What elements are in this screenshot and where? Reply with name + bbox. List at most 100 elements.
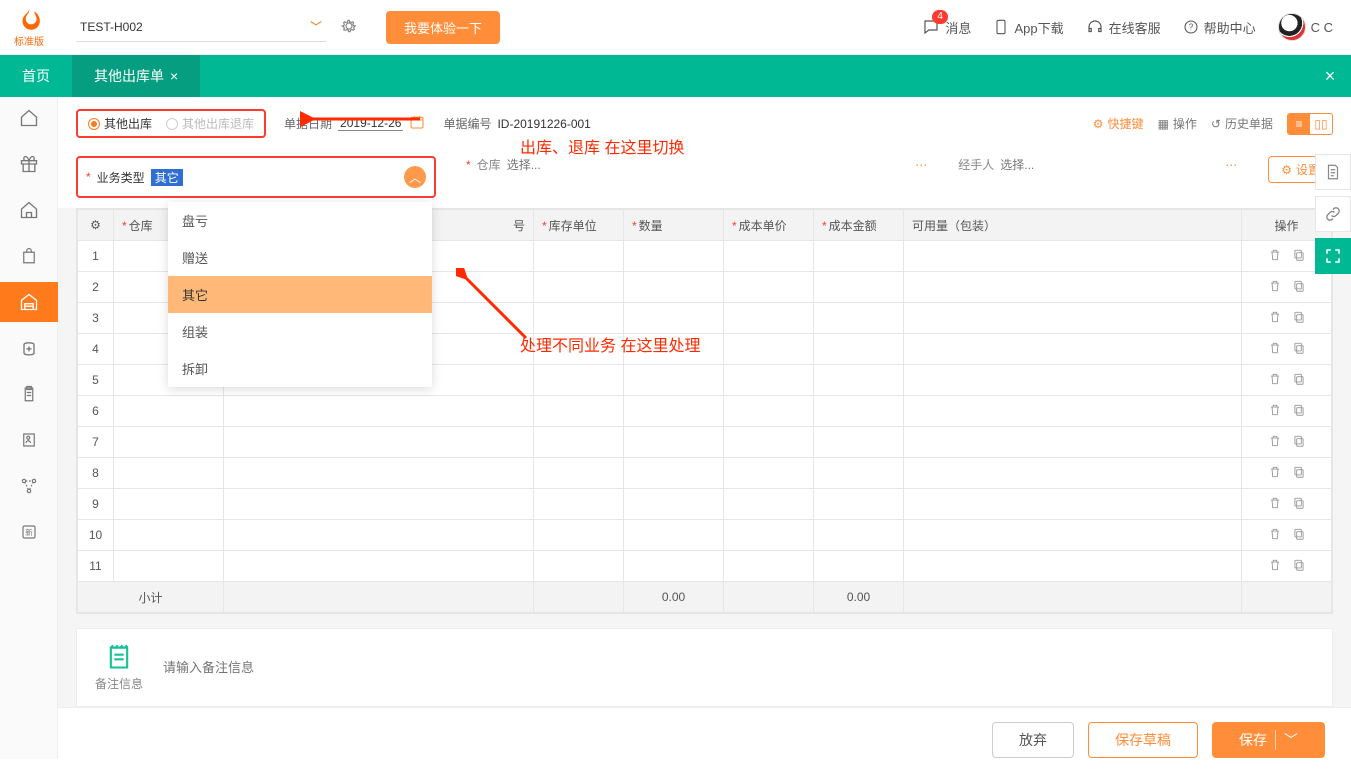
msg-badge: 4 [932, 10, 948, 24]
th-avail: 可用量（包装） [904, 210, 1242, 241]
th-gear[interactable]: ⚙ [78, 210, 114, 241]
nav-gift-icon[interactable] [18, 153, 40, 175]
avatar [1278, 13, 1306, 41]
close-all-tabs[interactable]: × [1309, 55, 1351, 97]
nav-warehouse-icon[interactable] [0, 282, 58, 322]
view-card[interactable]: ▯▯ [1310, 114, 1332, 134]
table-row[interactable]: 8 [78, 458, 1332, 489]
remark-input[interactable] [163, 660, 1314, 675]
view-toggle: ≡ ▯▯ [1287, 113, 1333, 135]
business-type-select[interactable]: * 业务类型 其它 ︿ [86, 166, 426, 188]
delete-icon[interactable] [1268, 434, 1282, 451]
shortcut-button[interactable]: ⚙快捷键 [1093, 115, 1144, 132]
delete-icon[interactable] [1268, 341, 1282, 358]
help-icon: ? [1183, 19, 1199, 35]
ops-button[interactable]: ▦操作 [1158, 115, 1197, 132]
user-menu[interactable]: C C [1278, 13, 1333, 41]
nav-home-icon[interactable] [18, 107, 40, 129]
date-input[interactable]: 2019-12-26 [338, 116, 403, 131]
delete-icon[interactable] [1268, 279, 1282, 296]
chevron-up-icon: ︿ [404, 166, 426, 188]
copy-icon[interactable] [1292, 558, 1306, 575]
radio-outbound-return[interactable]: 其他出库退库 [166, 115, 254, 132]
table-row[interactable]: 10 [78, 520, 1332, 551]
nav-money-icon[interactable] [18, 337, 40, 359]
side-nav: 新 [0, 97, 58, 759]
copy-icon[interactable] [1292, 434, 1306, 451]
remark-section: 备注信息 [76, 628, 1333, 707]
support-button[interactable]: 在线客服 [1086, 18, 1161, 37]
tab-other-outbound[interactable]: 其他出库单 × [72, 55, 200, 97]
org-selected: TEST-H002 [80, 20, 143, 34]
copy-icon[interactable] [1292, 465, 1306, 482]
help-button[interactable]: ? 帮助中心 [1183, 18, 1256, 37]
messages-button[interactable]: 消息 4 [922, 18, 971, 37]
delete-icon[interactable] [1268, 558, 1282, 575]
warehouse-field[interactable]: * 仓库 ⋯ [466, 156, 928, 173]
delete-icon[interactable] [1268, 496, 1282, 513]
grid-icon: ▦ [1158, 117, 1169, 131]
top-right: 消息 4 App下载 在线客服 ? 帮助中心 C C [922, 13, 1333, 41]
nav-new-icon[interactable]: 新 [18, 521, 40, 543]
copy-icon[interactable] [1292, 279, 1306, 296]
dd-item-2[interactable]: 其它 [168, 276, 432, 313]
nav-bag-icon[interactable] [18, 245, 40, 267]
delete-icon[interactable] [1268, 248, 1282, 265]
delete-icon[interactable] [1268, 372, 1282, 389]
delete-icon[interactable] [1268, 465, 1282, 482]
calendar-icon[interactable] [409, 114, 425, 133]
warehouse-input[interactable] [507, 158, 910, 172]
save-draft-button[interactable]: 保存草稿 [1088, 722, 1198, 758]
view-list[interactable]: ≡ [1288, 114, 1310, 134]
rail-doc-icon[interactable] [1315, 154, 1351, 190]
dd-item-3[interactable]: 组装 [168, 313, 432, 350]
nav-contact-icon[interactable] [18, 429, 40, 451]
dd-item-4[interactable]: 拆卸 [168, 350, 432, 387]
delete-icon[interactable] [1268, 403, 1282, 420]
history-button[interactable]: ↺历史单据 [1211, 115, 1273, 132]
org-selector[interactable]: TEST-H002 ﹀ [76, 12, 326, 42]
gear-icon[interactable] [340, 17, 358, 38]
table-row[interactable]: 6 [78, 396, 1332, 427]
nav-inout-icon[interactable] [18, 199, 40, 221]
table-row[interactable]: 9 [78, 489, 1332, 520]
save-button[interactable]: 保存 ﹀ [1212, 722, 1325, 758]
delete-icon[interactable] [1268, 310, 1282, 327]
brand-logo: 标准版 [0, 7, 58, 48]
copy-icon[interactable] [1292, 341, 1306, 358]
rail-link-icon[interactable] [1315, 196, 1351, 232]
more-icon[interactable]: ⋯ [1225, 158, 1238, 172]
app-download[interactable]: App下载 [993, 18, 1063, 37]
handler-input[interactable] [1000, 158, 1219, 172]
copy-icon[interactable] [1292, 403, 1306, 420]
subtotal-row: 小计 0.00 0.00 [78, 582, 1332, 613]
copy-icon[interactable] [1292, 496, 1306, 513]
discard-button[interactable]: 放弃 [992, 722, 1074, 758]
handler-field[interactable]: 经手人 ⋯ [958, 156, 1238, 173]
rail-expand-icon[interactable] [1315, 238, 1351, 274]
dd-item-1[interactable]: 赠送 [168, 239, 432, 276]
copy-icon[interactable] [1292, 248, 1306, 265]
table-row[interactable]: 11 [78, 551, 1332, 582]
trial-button[interactable]: 我要体验一下 [386, 11, 500, 44]
dd-item-0[interactable]: 盘亏 [168, 202, 432, 239]
toolbar-right: ⚙快捷键 ▦操作 ↺历史单据 ≡ ▯▯ [1093, 113, 1333, 135]
th-amount: *成本金额 [814, 210, 904, 241]
copy-icon[interactable] [1292, 372, 1306, 389]
toolbar: 其他出库 其他出库退库 单据日期 2019-12-26 单据编号 ID-2019… [58, 97, 1351, 150]
copy-icon[interactable] [1292, 527, 1306, 544]
tab-home[interactable]: 首页 [0, 55, 72, 97]
radio-outbound[interactable]: 其他出库 [88, 115, 152, 132]
delete-icon[interactable] [1268, 527, 1282, 544]
main: 其他出库 其他出库退库 单据日期 2019-12-26 单据编号 ID-2019… [58, 97, 1351, 759]
note-icon [105, 643, 133, 671]
more-icon[interactable]: ⋯ [915, 158, 928, 172]
svg-text:?: ? [1188, 23, 1193, 32]
gear-icon: ⚙ [1093, 117, 1104, 131]
copy-icon[interactable] [1292, 310, 1306, 327]
nav-flow-icon[interactable] [18, 475, 40, 497]
footer-actions: 放弃 保存草稿 保存 ﹀ [58, 707, 1351, 772]
nav-clipboard-icon[interactable] [18, 383, 40, 405]
close-icon[interactable]: × [170, 68, 178, 84]
table-row[interactable]: 7 [78, 427, 1332, 458]
